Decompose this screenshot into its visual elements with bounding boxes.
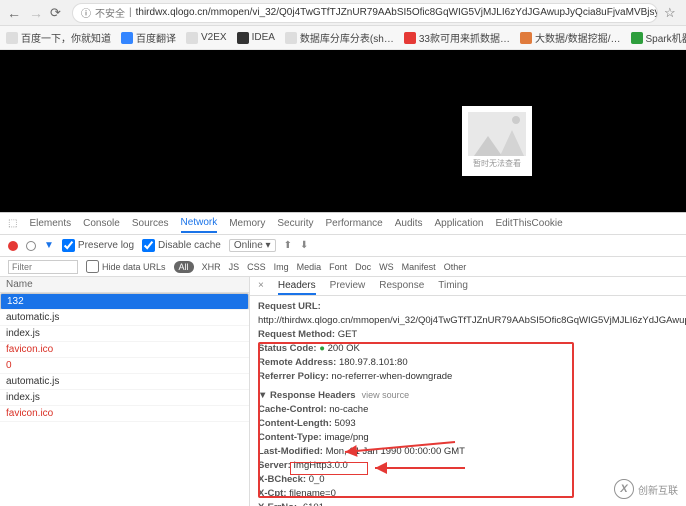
tab-network[interactable]: Network bbox=[181, 217, 218, 233]
download-icon[interactable]: ⬇ bbox=[300, 240, 308, 251]
url-text: thirdwx.qlogo.cn/mmopen/vi_32/Q0j4TwGTfT… bbox=[136, 7, 658, 18]
bookmark-star-icon[interactable]: ☆ bbox=[664, 5, 680, 21]
record-button[interactable] bbox=[8, 241, 18, 251]
bookmarks-bar: 百度一下，你就知道 百度翻译 V2EX IDEA 数据库分库分表(sh… 33款… bbox=[0, 26, 686, 50]
browser-toolbar: ← → ⟳ ⓘ 不安全 | thirdwx.qlogo.cn/mmopen/vi… bbox=[0, 0, 686, 26]
favicon-icon bbox=[186, 32, 198, 44]
tab-console[interactable]: Console bbox=[83, 218, 120, 229]
insecure-label: 不安全 bbox=[95, 5, 125, 20]
favicon-icon bbox=[121, 32, 133, 44]
bookmark-item[interactable]: 百度一下，你就知道 bbox=[6, 30, 111, 45]
bookmark-item[interactable]: 大数据/数据挖掘/… bbox=[520, 30, 621, 45]
response-headers-title[interactable]: ▼ Response Headersview source bbox=[258, 388, 678, 403]
header-row: Remote Address: 180.97.8.101:80 bbox=[258, 356, 678, 370]
header-row: Cache-Control: no-cache bbox=[258, 403, 678, 417]
reload-button[interactable]: ⟳ bbox=[50, 5, 66, 21]
image-placeholder: 暂时无法查看 bbox=[462, 106, 532, 176]
request-row[interactable]: automatic.js bbox=[0, 374, 249, 390]
disable-cache-checkbox[interactable]: Disable cache bbox=[142, 239, 221, 252]
tab-security[interactable]: Security bbox=[277, 218, 313, 229]
header-row: Referrer Policy: no-referrer-when-downgr… bbox=[258, 370, 678, 384]
bookmark-item[interactable]: IDEA bbox=[237, 32, 275, 44]
header-row: X-ErrNo: -6101 bbox=[258, 501, 678, 506]
request-detail: × Headers Preview Response Timing Reques… bbox=[250, 277, 686, 506]
filter-type[interactable]: Other bbox=[444, 262, 467, 272]
network-toolbar: ▼ Preserve log Disable cache Online ▾ ⬆ … bbox=[0, 235, 686, 257]
header-row: Server: ImgHttp3.0.0 bbox=[258, 459, 678, 473]
detail-tab-timing[interactable]: Timing bbox=[438, 280, 468, 292]
bookmark-item[interactable]: V2EX bbox=[186, 32, 227, 44]
placeholder-text: 暂时无法查看 bbox=[468, 158, 526, 169]
filter-type[interactable]: CSS bbox=[247, 262, 266, 272]
bookmark-item[interactable]: 数据库分库分表(sh… bbox=[285, 30, 394, 45]
placeholder-picture-icon bbox=[468, 112, 526, 156]
tab-sources[interactable]: Sources bbox=[132, 218, 169, 229]
tab-audits[interactable]: Audits bbox=[395, 218, 423, 229]
forward-button[interactable]: → bbox=[28, 5, 44, 21]
request-list-header: Name bbox=[0, 277, 249, 293]
clear-button[interactable] bbox=[26, 241, 36, 251]
hide-data-urls-checkbox[interactable]: Hide data URLs bbox=[86, 260, 166, 273]
header-row: Content-Type: image/png bbox=[258, 431, 678, 445]
tab-application[interactable]: Application bbox=[435, 218, 484, 229]
detail-tab-headers[interactable]: Headers bbox=[278, 280, 316, 295]
request-row[interactable]: 132 bbox=[0, 293, 249, 310]
throttle-select[interactable]: Online ▾ bbox=[229, 239, 276, 252]
filter-type[interactable]: JS bbox=[229, 262, 240, 272]
request-row[interactable]: automatic.js bbox=[0, 310, 249, 326]
filter-type[interactable]: Media bbox=[297, 262, 322, 272]
request-row[interactable]: index.js bbox=[0, 326, 249, 342]
filter-type-all[interactable]: All bbox=[174, 261, 194, 273]
favicon-icon bbox=[631, 32, 643, 44]
filter-type[interactable]: Manifest bbox=[402, 262, 436, 272]
filter-type[interactable]: WS bbox=[379, 262, 394, 272]
favicon-icon bbox=[520, 32, 532, 44]
tab-performance[interactable]: Performance bbox=[325, 218, 382, 229]
devtools-tabs: ⬚ Elements Console Sources Network Memor… bbox=[0, 213, 686, 235]
detail-tab-response[interactable]: Response bbox=[379, 280, 424, 292]
request-row[interactable]: index.js bbox=[0, 390, 249, 406]
filter-input[interactable] bbox=[8, 260, 78, 274]
header-row: Last-Modified: Mon, 01 Jan 1990 00:00:00… bbox=[258, 445, 678, 459]
filter-type[interactable]: Img bbox=[274, 262, 289, 272]
bookmark-item[interactable]: 百度翻译 bbox=[121, 30, 176, 45]
filter-type[interactable]: Doc bbox=[355, 262, 371, 272]
favicon-icon bbox=[237, 32, 249, 44]
request-row[interactable]: 0 bbox=[0, 358, 249, 374]
header-row: Status Code: ● 200 OK bbox=[258, 342, 678, 356]
bookmark-item[interactable]: 33款可用来抓数据… bbox=[404, 30, 510, 45]
filter-icon[interactable]: ▼ bbox=[44, 240, 54, 251]
info-icon: ⓘ bbox=[81, 5, 91, 20]
tab-elements[interactable]: Elements bbox=[29, 218, 71, 229]
tab-editthiscookie[interactable]: EditThisCookie bbox=[495, 218, 562, 229]
back-button[interactable]: ← bbox=[6, 5, 22, 21]
favicon-icon bbox=[285, 32, 297, 44]
inspect-icon[interactable]: ⬚ bbox=[8, 218, 17, 229]
favicon-icon bbox=[6, 32, 18, 44]
tab-memory[interactable]: Memory bbox=[229, 218, 265, 229]
page-content: 暂时无法查看 bbox=[0, 50, 686, 212]
request-row[interactable]: favicon.ico bbox=[0, 406, 249, 422]
request-row[interactable]: favicon.ico bbox=[0, 342, 249, 358]
watermark: X 创新互联 bbox=[614, 479, 678, 499]
header-row: Request URL: http://thirdwx.qlogo.cn/mmo… bbox=[258, 300, 678, 328]
watermark-logo-icon: X bbox=[614, 479, 634, 499]
detail-tabs: × Headers Preview Response Timing bbox=[250, 277, 686, 296]
devtools-panel: ⬚ Elements Console Sources Network Memor… bbox=[0, 212, 686, 506]
network-filter-bar: Hide data URLs All XHR JS CSS Img Media … bbox=[0, 257, 686, 277]
favicon-icon bbox=[404, 32, 416, 44]
header-row: Request Method: GET bbox=[258, 328, 678, 342]
bookmark-item[interactable]: Spark机器学习（豆… bbox=[631, 30, 686, 45]
preserve-log-checkbox[interactable]: Preserve log bbox=[62, 239, 134, 252]
filter-type[interactable]: XHR bbox=[202, 262, 221, 272]
request-list: Name 132 automatic.js index.js favicon.i… bbox=[0, 277, 250, 506]
watermark-text: 创新互联 bbox=[638, 482, 678, 497]
address-bar[interactable]: ⓘ 不安全 | thirdwx.qlogo.cn/mmopen/vi_32/Q0… bbox=[72, 3, 658, 23]
filter-type[interactable]: Font bbox=[329, 262, 347, 272]
header-row: Content-Length: 5093 bbox=[258, 417, 678, 431]
detail-tab-preview[interactable]: Preview bbox=[330, 280, 366, 292]
close-detail-button[interactable]: × bbox=[258, 280, 264, 292]
upload-icon[interactable]: ⬆ bbox=[284, 240, 292, 251]
